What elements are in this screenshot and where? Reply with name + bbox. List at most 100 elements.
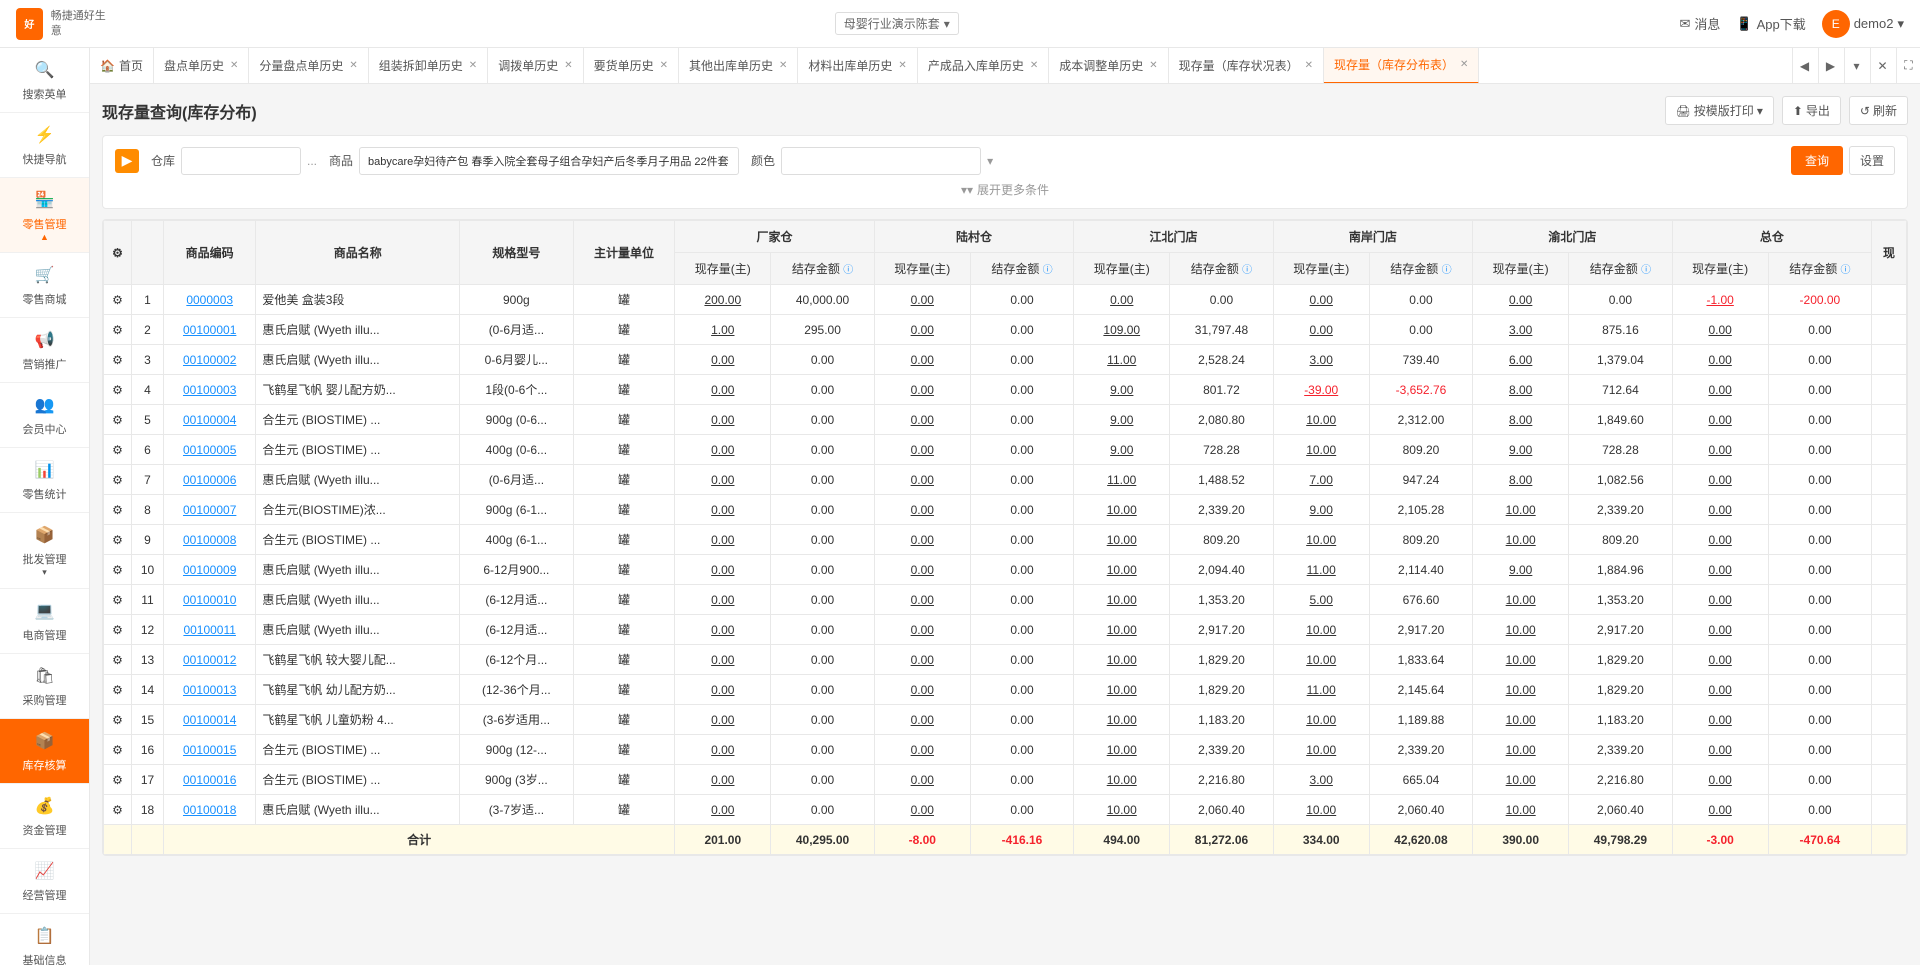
row-name: 惠氏启赋 (Wyeth illu... [256, 315, 460, 345]
ops-icon: 📈 [33, 859, 57, 883]
row-extra [1872, 285, 1907, 315]
row-no: 1 [132, 285, 164, 315]
sidebar-item-retail-stat[interactable]: 📊 零售统计 [0, 448, 89, 513]
row-f-qty: 200.00 [675, 285, 771, 315]
tab-expand-btn[interactable]: ▾ [1844, 48, 1868, 84]
row-settings[interactable]: ⚙ [104, 285, 132, 315]
tab-stock-status-close[interactable]: ✕ [1305, 60, 1313, 71]
tab-count-sub-history[interactable]: 分量盘点单历史 ✕ [249, 48, 368, 84]
sidebar-label-wholesale: 批发管理 [23, 551, 67, 567]
tab-count-sub-close[interactable]: ✕ [349, 60, 357, 71]
tab-other-out[interactable]: 其他出库单历史 ✕ [679, 48, 798, 84]
sidebar-item-wholesale[interactable]: 📦 批发管理 ▾ [0, 513, 89, 589]
row-f-amt: 0.00 [771, 555, 874, 585]
tab-order-history[interactable]: 要货单历史 ✕ [584, 48, 679, 84]
sidebar-item-stock[interactable]: 📦 库存核算 [0, 719, 89, 784]
tab-transfer-close[interactable]: ✕ [564, 60, 572, 71]
wholesale-icon: 📦 [33, 523, 57, 547]
row-tot-amt: 0.00 [1768, 405, 1871, 435]
row-settings[interactable]: ⚙ [104, 525, 132, 555]
tab-close-all-btn[interactable]: ✕ [1870, 48, 1894, 84]
row-l-qty: 0.00 [874, 675, 970, 705]
sidebar-item-purchase[interactable]: 🛍 采购管理 [0, 654, 89, 719]
row-settings[interactable]: ⚙ [104, 435, 132, 465]
tab-transfer-history[interactable]: 调拨单历史 ✕ [488, 48, 583, 84]
print-btn[interactable]: 🖨 按模版打印 ▾ [1665, 96, 1774, 125]
suite-selector[interactable]: 母婴行业演示陈套 ▾ [835, 12, 959, 35]
filter-expand-toggle[interactable]: ▶ [115, 149, 139, 173]
row-f-qty: 0.00 [675, 435, 771, 465]
summary-yb-amt: 49,798.29 [1569, 825, 1672, 855]
row-settings[interactable]: ⚙ [104, 675, 132, 705]
row-settings[interactable]: ⚙ [104, 705, 132, 735]
app-download-btn[interactable]: 📱 App下载 [1736, 14, 1805, 33]
sidebar-item-member[interactable]: 👥 会员中心 [0, 383, 89, 448]
row-settings[interactable]: ⚙ [104, 765, 132, 795]
row-settings[interactable]: ⚙ [104, 465, 132, 495]
row-settings[interactable]: ⚙ [104, 405, 132, 435]
color-input[interactable] [781, 147, 981, 175]
query-btn[interactable]: 查询 [1791, 146, 1843, 175]
sidebar-item-retail[interactable]: 🏪 零售管理 ▲ [0, 178, 89, 253]
row-jb-qty: 9.00 [1074, 435, 1170, 465]
sidebar-item-basic[interactable]: 📋 基础信息 [0, 914, 89, 965]
warehouse-input[interactable] [181, 147, 301, 175]
sidebar-item-ops[interactable]: 📈 经营管理 [0, 849, 89, 914]
row-settings[interactable]: ⚙ [104, 735, 132, 765]
sidebar-item-search[interactable]: 🔍 搜索英单 [0, 48, 89, 113]
tab-count-history-close[interactable]: ✕ [230, 60, 238, 71]
tab-next-btn[interactable]: ▶ [1818, 48, 1842, 84]
row-spec: 0-6月婴儿... [460, 345, 574, 375]
user-area[interactable]: E demo2 ▾ [1822, 10, 1904, 38]
tab-home[interactable]: 🏠 首页 [90, 48, 154, 84]
tab-assemble-close[interactable]: ✕ [469, 60, 477, 71]
row-settings[interactable]: ⚙ [104, 315, 132, 345]
tab-product-in[interactable]: 产成品入库单历史 ✕ [918, 48, 1049, 84]
row-settings[interactable]: ⚙ [104, 495, 132, 525]
row-yb-qty: 10.00 [1473, 495, 1569, 525]
refresh-btn[interactable]: ↺ 刷新 [1849, 96, 1908, 125]
sidebar-item-marketing[interactable]: 📢 营销推广 [0, 318, 89, 383]
sidebar-item-finance[interactable]: 💰 资金管理 [0, 784, 89, 849]
settings-btn[interactable]: 设置 [1849, 146, 1895, 175]
row-settings[interactable]: ⚙ [104, 585, 132, 615]
tab-material-out-close[interactable]: ✕ [898, 60, 906, 71]
row-f-qty: 0.00 [675, 345, 771, 375]
sidebar-item-retail-store[interactable]: 🛒 零售商城 [0, 253, 89, 318]
col-settings-header[interactable]: ⚙ [104, 221, 132, 285]
row-l-amt: 0.00 [970, 705, 1073, 735]
row-settings[interactable]: ⚙ [104, 645, 132, 675]
tab-prev-btn[interactable]: ◀ [1792, 48, 1816, 84]
settings-gear-icon[interactable]: ⚙ [112, 246, 123, 260]
row-settings[interactable]: ⚙ [104, 555, 132, 585]
message-btn[interactable]: ✉ 消息 [1679, 14, 1720, 33]
export-btn[interactable]: ⬆ 导出 [1782, 96, 1841, 125]
tab-cost-adjust-close[interactable]: ✕ [1149, 60, 1157, 71]
row-f-amt: 0.00 [771, 615, 874, 645]
refresh-label: 刷新 [1873, 102, 1897, 119]
tab-count-history[interactable]: 盘点单历史 ✕ [154, 48, 249, 84]
row-gear-icon: ⚙ [112, 803, 123, 817]
ecom-icon: 💻 [33, 599, 57, 623]
tab-stock-dist[interactable]: 现存量（库存分布表） ✕ [1324, 48, 1479, 84]
tab-stock-status[interactable]: 现存量（库存状况表） ✕ [1169, 48, 1324, 84]
tab-other-out-close[interactable]: ✕ [779, 60, 787, 71]
tab-maximize-btn[interactable]: ⛶ [1896, 48, 1920, 84]
row-code: 00100006 [164, 465, 256, 495]
sidebar-item-nav[interactable]: ⚡ 快捷导航 [0, 113, 89, 178]
sidebar-item-ecom[interactable]: 💻 电商管理 [0, 589, 89, 654]
tab-stock-dist-close[interactable]: ✕ [1460, 59, 1468, 70]
row-settings[interactable]: ⚙ [104, 375, 132, 405]
row-f-qty: 0.00 [675, 495, 771, 525]
row-l-amt: 0.00 [970, 375, 1073, 405]
row-settings[interactable]: ⚙ [104, 615, 132, 645]
row-settings[interactable]: ⚙ [104, 345, 132, 375]
tab-product-in-close[interactable]: ✕ [1030, 60, 1038, 71]
row-settings[interactable]: ⚙ [104, 795, 132, 825]
tab-assemble-history[interactable]: 组装拆卸单历史 ✕ [369, 48, 488, 84]
expand-more-btn[interactable]: ▾▾ 展开更多条件 [115, 181, 1895, 198]
tab-cost-adjust[interactable]: 成本调整单历史 ✕ [1049, 48, 1168, 84]
goods-input[interactable] [359, 147, 739, 175]
tab-material-out[interactable]: 材料出库单历史 ✕ [798, 48, 917, 84]
tab-order-close[interactable]: ✕ [660, 60, 668, 71]
